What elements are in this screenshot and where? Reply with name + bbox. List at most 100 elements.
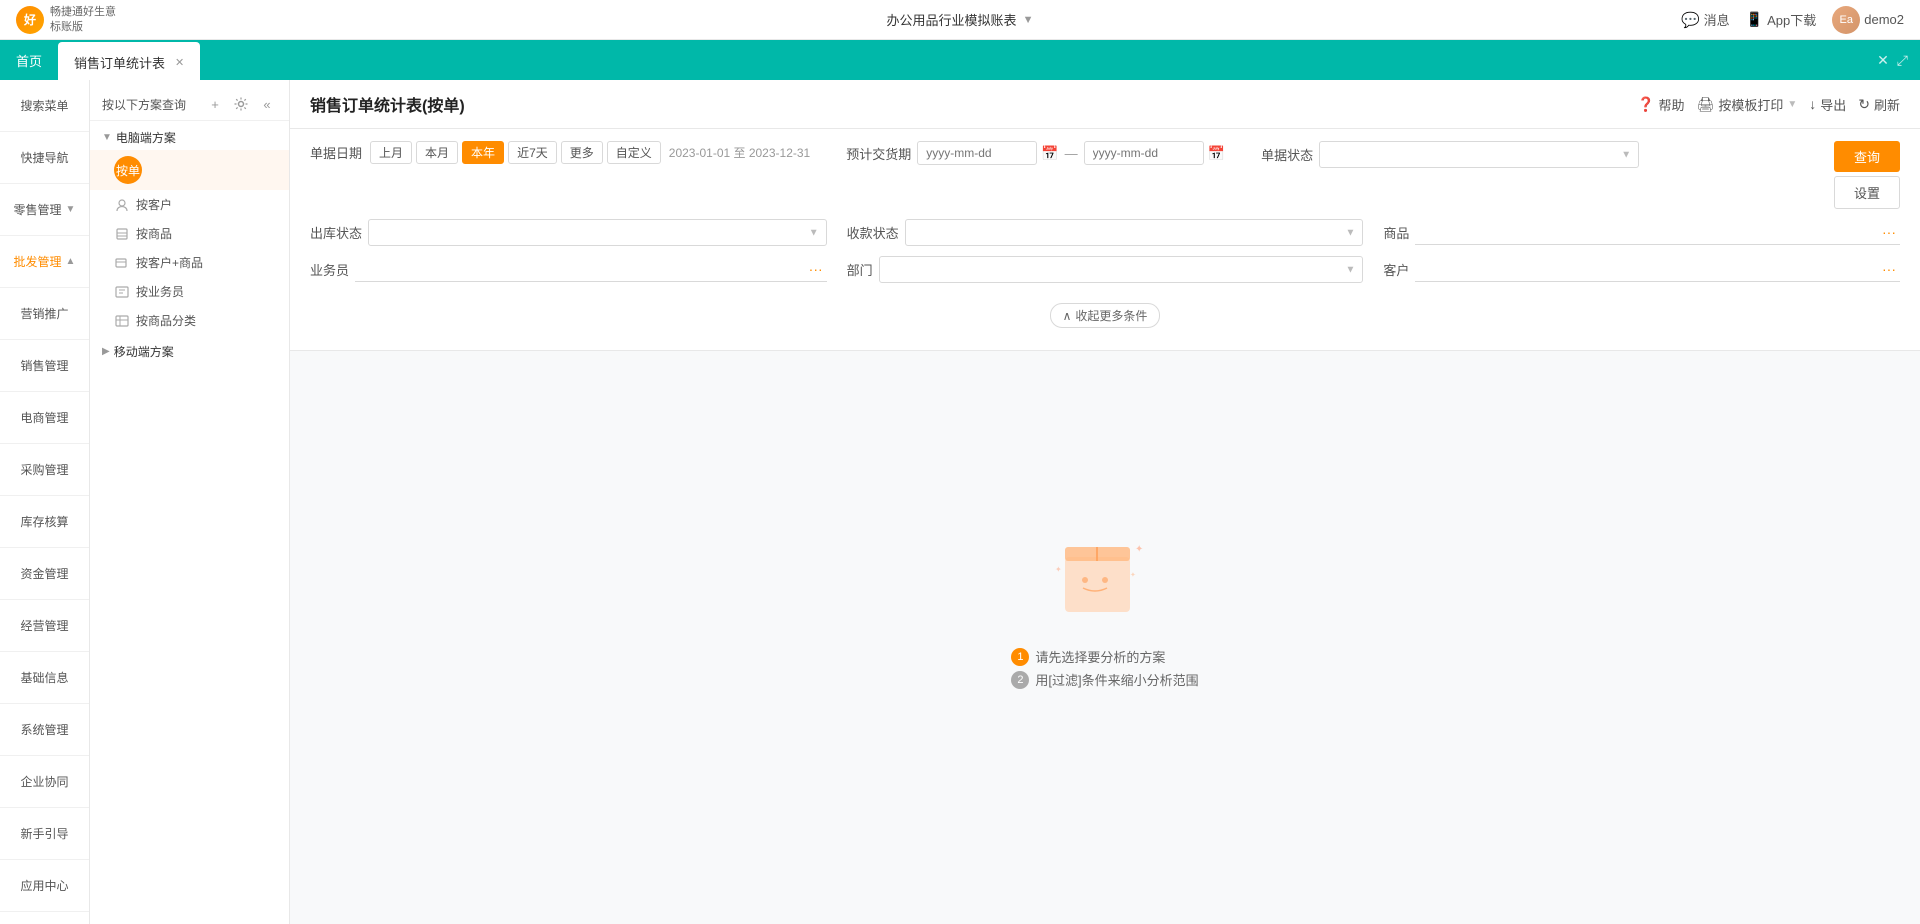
logo-icon: 好: [16, 6, 44, 34]
salesperson-more-btn[interactable]: ···: [805, 261, 827, 277]
date-btn-cur-year[interactable]: 本年: [462, 141, 504, 164]
scheme-item-by-product[interactable]: 按商品: [90, 219, 289, 248]
scheme-add-btn[interactable]: +: [205, 94, 225, 114]
sidebar-item-enterprise-collab[interactable]: 企业协同: [0, 756, 89, 808]
page-header: 销售订单统计表(按单) ❓ 帮助 🖨 按模板打印 ▼ ↓ 导出: [290, 80, 1920, 129]
by-salesperson-icon: [114, 284, 130, 300]
sidebar-item-marketing[interactable]: 营销推广: [0, 288, 89, 340]
mobile-schemes-title[interactable]: ▶ 移动端方案: [90, 339, 289, 364]
shipment-status-select[interactable]: [368, 219, 827, 246]
purchase-mgmt-label: 采购管理: [20, 461, 68, 478]
sidebar-item-finance-mgmt[interactable]: 资金管理: [0, 548, 89, 600]
help-btn[interactable]: ❓ 帮助: [1637, 95, 1684, 114]
tab-sales-order-stats[interactable]: 销售订单统计表 ✕: [58, 42, 200, 82]
print-btn[interactable]: 🖨 按模板打印 ▼: [1697, 95, 1798, 114]
basic-info-label: 基础信息: [20, 669, 68, 686]
avatar: Ea: [1832, 6, 1860, 34]
refresh-icon: ↻: [1858, 96, 1870, 113]
sidebar-item-wholesale-mgmt[interactable]: 批发管理 ▲: [0, 236, 89, 288]
svg-text:✦: ✦: [1135, 544, 1143, 555]
phone-icon: 📱: [1746, 11, 1763, 28]
app-download-btn[interactable]: 📱 App下载: [1746, 10, 1817, 29]
left-panel-header: 按以下方案查询 + «: [90, 88, 289, 121]
empty-illustration: ✦ ✦ ✦: [1045, 522, 1165, 625]
scheme-item-by-customer-product[interactable]: 按客户+商品: [90, 248, 289, 277]
sidebar-item-search-menu[interactable]: 搜索菜单: [0, 80, 89, 132]
collapse-more-conditions-btn[interactable]: ∧ 收起更多条件: [1050, 303, 1161, 328]
customer-more-btn[interactable]: ···: [1878, 261, 1900, 277]
hint-num-2: 2: [1011, 671, 1029, 689]
logo-text: 畅捷通好生意 标账版: [50, 5, 116, 34]
scheme-settings-btn[interactable]: [231, 94, 251, 114]
empty-hint-1: 1 请先选择要分析的方案: [1011, 647, 1198, 666]
order-status-select[interactable]: [1319, 141, 1639, 168]
refresh-btn[interactable]: ↻ 刷新: [1858, 95, 1900, 114]
by-product-category-icon: [114, 313, 130, 329]
top-bar-left: 好 畅捷通好生意 标账版: [16, 5, 116, 34]
by-customer-product-icon: [114, 255, 130, 271]
logo-area: 好 畅捷通好生意 标账版: [16, 5, 116, 34]
department-select[interactable]: [879, 256, 1364, 283]
sidebar-item-retail-mgmt[interactable]: 零售管理 ▼: [0, 184, 89, 236]
delivery-date-to: 📅: [1084, 141, 1225, 165]
sidebar-item-quick-nav[interactable]: 快捷导航: [0, 132, 89, 184]
delivery-date-from-input[interactable]: [917, 141, 1037, 165]
sidebar-item-operations-mgmt[interactable]: 经营管理: [0, 600, 89, 652]
pc-schemes-title[interactable]: ▼ 电脑端方案: [90, 125, 289, 150]
sidebar-item-app-center[interactable]: 应用中心: [0, 860, 89, 912]
mobile-schemes-section: ▶ 移动端方案: [90, 339, 289, 364]
tab-close-icon[interactable]: ✕: [175, 56, 184, 69]
settings-icon: [234, 97, 248, 111]
sidebar: 搜索菜单 快捷导航 零售管理 ▼ 批发管理 ▲ 营销推广 销售管理 电商管理 采…: [0, 80, 90, 924]
date-dash: —: [1065, 146, 1078, 161]
product-more-btn[interactable]: ···: [1878, 224, 1900, 240]
query-btn[interactable]: 查询: [1834, 141, 1900, 172]
product-label: 商品: [1383, 223, 1409, 242]
left-panel-title: 按以下方案查询: [102, 96, 186, 113]
collapse-btn-wrap: ∧ 收起更多条件: [310, 293, 1900, 338]
by-order-badge: 按单: [114, 156, 142, 184]
top-bar: 好 畅捷通好生意 标账版 办公用品行业模拟账表 ▼ 💬 消息 📱 App下载 E…: [0, 0, 1920, 40]
date-btn-custom[interactable]: 自定义: [607, 141, 661, 164]
sidebar-item-sales-mgmt[interactable]: 销售管理: [0, 340, 89, 392]
date-btn-cur-month[interactable]: 本月: [416, 141, 458, 164]
sidebar-item-inventory-calc[interactable]: 库存核算: [0, 496, 89, 548]
user-area[interactable]: Ea demo2: [1832, 6, 1904, 34]
date-btn-last-7days[interactable]: 近7天: [508, 141, 557, 164]
sidebar-item-enterprise-wechat[interactable]: 企业微信: [0, 912, 89, 924]
calendar-from-icon[interactable]: 📅: [1041, 145, 1058, 162]
sidebar-item-purchase-mgmt[interactable]: 采购管理: [0, 444, 89, 496]
sidebar-item-new-guide[interactable]: 新手引导: [0, 808, 89, 860]
customer-label: 客户: [1383, 260, 1409, 279]
system-mgmt-label: 系统管理: [20, 721, 68, 738]
date-btn-prev-month[interactable]: 上月: [370, 141, 412, 164]
print-icon: 🖨: [1697, 96, 1715, 113]
print-arrow-icon: ▼: [1787, 99, 1797, 110]
sidebar-item-system-mgmt[interactable]: 系统管理: [0, 704, 89, 756]
date-btn-more[interactable]: 更多: [561, 141, 603, 164]
search-menu-label: 搜索菜单: [20, 97, 68, 114]
filter-settings-btn[interactable]: 设置: [1834, 176, 1900, 209]
retail-mgmt-label: 零售管理: [14, 201, 62, 218]
tab-expand-btn[interactable]: ⤢: [1897, 52, 1908, 69]
message-btn[interactable]: 💬 消息: [1681, 10, 1730, 29]
sidebar-item-ecommerce-mgmt[interactable]: 电商管理: [0, 392, 89, 444]
scheme-item-by-salesperson[interactable]: 按业务员: [90, 277, 289, 306]
scheme-collapse-btn[interactable]: «: [257, 94, 277, 114]
top-center-dropdown-arrow[interactable]: ▼: [1023, 14, 1034, 26]
scheme-item-by-order[interactable]: 按单: [90, 150, 289, 190]
calendar-to-icon[interactable]: 📅: [1208, 145, 1225, 162]
finance-mgmt-label: 资金管理: [20, 565, 68, 582]
payment-status-select[interactable]: [905, 219, 1364, 246]
tab-close-window-btn[interactable]: ✕: [1877, 52, 1889, 69]
delivery-date-from: 📅: [917, 141, 1058, 165]
export-btn[interactable]: ↓ 导出: [1809, 95, 1846, 114]
sidebar-item-basic-info[interactable]: 基础信息: [0, 652, 89, 704]
scheme-item-by-product-category[interactable]: 按商品分类: [90, 306, 289, 335]
retail-chevron-icon: ▼: [66, 204, 76, 215]
delivery-date-to-input[interactable]: [1084, 141, 1204, 165]
top-center[interactable]: 办公用品行业模拟账表 ▼: [887, 10, 1034, 29]
tab-home[interactable]: 首页: [0, 40, 58, 80]
by-customer-icon: [114, 197, 130, 213]
scheme-item-by-customer[interactable]: 按客户: [90, 190, 289, 219]
